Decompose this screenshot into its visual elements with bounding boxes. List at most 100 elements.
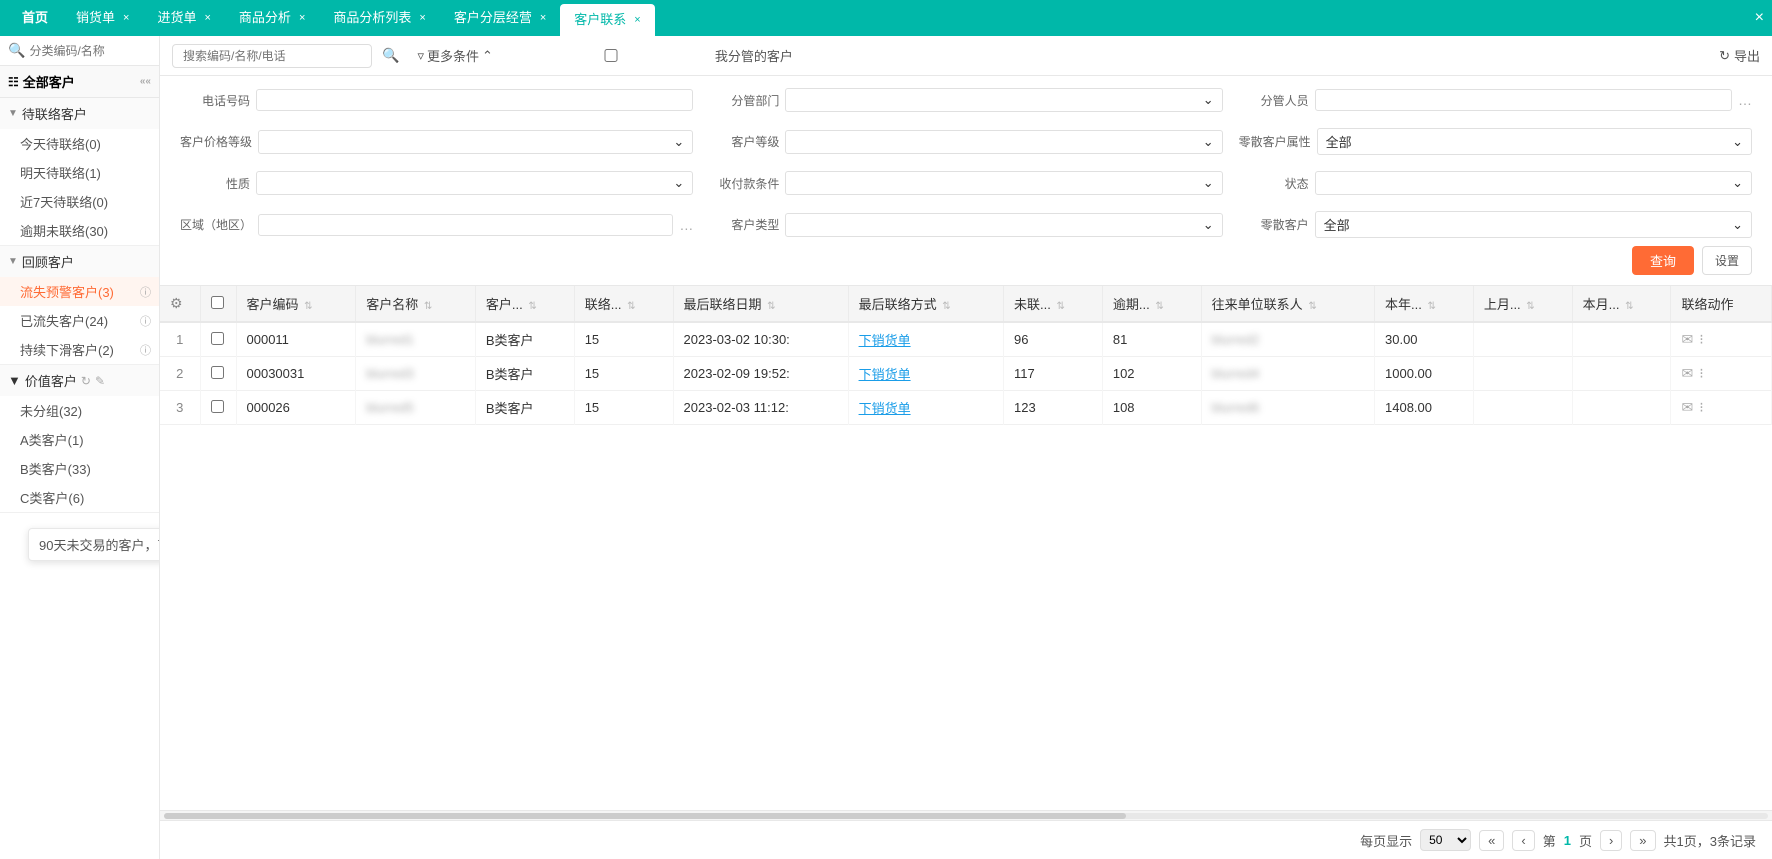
row-last-method-2[interactable]: 下销货单	[848, 391, 1003, 425]
main-search-button[interactable]: 🔍	[382, 47, 399, 64]
filter-region-input[interactable]	[258, 214, 673, 236]
sidebar-item-declining[interactable]: 持续下滑客户(2) ⓘ	[0, 335, 159, 364]
all-customers-label: 全部客户	[23, 72, 75, 91]
sidebar-item-ungrouped[interactable]: 未分组(32)	[0, 396, 159, 425]
first-page-button[interactable]: «	[1479, 830, 1504, 851]
row-contact-1: 15	[574, 357, 673, 391]
nav-customer-tier[interactable]: 客户分层经营 ×	[440, 0, 560, 36]
col-code[interactable]: 客户编码 ⇅	[236, 286, 356, 322]
chevron-up-icon: ⌃	[482, 48, 493, 64]
nav-sales-close[interactable]: ×	[123, 0, 129, 36]
select-all-checkbox[interactable]	[211, 296, 224, 309]
nav-analysis[interactable]: 商品分析 ×	[225, 0, 319, 36]
row-last-method-1[interactable]: 下销货单	[848, 357, 1003, 391]
more-icon-0[interactable]: ⁝	[1699, 331, 1703, 348]
nav-sales[interactable]: 销货单 ×	[62, 0, 143, 36]
nav-analysis-close[interactable]: ×	[299, 0, 305, 36]
filter-region-dots[interactable]: …	[679, 217, 693, 233]
sidebar-item-tomorrow-contact[interactable]: 明天待联络(1)	[0, 158, 159, 187]
sidebar-search-bar[interactable]: 🔍	[0, 36, 159, 66]
query-button[interactable]: 查询	[1632, 246, 1694, 275]
nav-purchase-close[interactable]: ×	[204, 0, 210, 36]
col-last-method[interactable]: 最后联络方式 ⇅	[848, 286, 1003, 322]
gear-icon[interactable]: ⚙	[170, 295, 183, 311]
nav-home[interactable]: 首页	[8, 0, 62, 36]
sidebar-item-class-a[interactable]: A类客户(1)	[0, 425, 159, 454]
row-last-method-0[interactable]: 下销货单	[848, 322, 1003, 357]
filter-customer-tier-select[interactable]: ⌄	[785, 130, 1222, 154]
main-search-input[interactable]	[172, 44, 372, 68]
filter-manager-input[interactable]	[1315, 89, 1732, 111]
more-icon-1[interactable]: ⁝	[1699, 365, 1703, 382]
export-button[interactable]: ↻ 导出	[1719, 46, 1760, 65]
row-name-2: blurred5	[356, 391, 476, 425]
horizontal-scrollbar[interactable]	[160, 810, 1772, 820]
filter-nature-select[interactable]: ⌄	[256, 171, 693, 195]
edit-icon[interactable]: ✎	[95, 374, 105, 388]
group-review-header[interactable]: ▼ 回顾客户	[0, 246, 159, 277]
last-page-button[interactable]: »	[1630, 830, 1655, 851]
col-last-month[interactable]: 上月... ⇅	[1473, 286, 1572, 322]
group-pending-contact-header[interactable]: ▼ 待联络客户	[0, 98, 159, 129]
scrollbar-thumb[interactable]	[164, 813, 1126, 819]
sidebar-item-7day-contact[interactable]: 近7天待联络(0)	[0, 187, 159, 216]
nav-analysis-list-close[interactable]: ×	[419, 0, 425, 36]
filter-customer-type-select[interactable]: ⌄	[785, 213, 1222, 237]
more-icon-2[interactable]: ⁝	[1699, 399, 1703, 416]
table-row: 3 000026 blurred5 B类客户 15 2023-02-03 11:…	[160, 391, 1772, 425]
col-overdue[interactable]: 逾期... ⇅	[1102, 286, 1201, 322]
nav-customer-contact-close[interactable]: ×	[634, 4, 640, 36]
scrollbar-track[interactable]	[164, 813, 1768, 819]
sidebar-item-class-b[interactable]: B类客户(33)	[0, 454, 159, 483]
sidebar-item-today-contact[interactable]: 今天待联络(0)	[0, 129, 159, 158]
sidebar-search-input[interactable]	[29, 44, 160, 58]
col-uncontacted[interactable]: 未联... ⇅	[1004, 286, 1103, 322]
row-checkbox-0[interactable]	[200, 322, 236, 357]
row-contact2-1: blurred4	[1201, 357, 1374, 391]
nav-analysis-label: 商品分析	[239, 0, 291, 36]
col-unit-contact[interactable]: 往来单位联系人 ⇅	[1201, 286, 1374, 322]
col-checkbox[interactable]	[200, 286, 236, 322]
my-customers-checkbox-label[interactable]: 我分管的客户	[511, 46, 793, 65]
col-gear[interactable]: ⚙	[160, 286, 200, 322]
sidebar-item-churned[interactable]: 已流失客户(24) ⓘ	[0, 306, 159, 335]
more-conditions-button[interactable]: ▿ 更多条件 ⌃	[409, 42, 500, 69]
filter-phone-input[interactable]	[256, 89, 693, 111]
nav-customer-contact[interactable]: 客户联系 ×	[560, 4, 654, 36]
next-page-button[interactable]: ›	[1600, 830, 1622, 851]
sidebar-item-class-c[interactable]: C类客户(6)	[0, 483, 159, 512]
filter-sparse-attr-select[interactable]: 全部 ⌄	[1317, 128, 1752, 155]
settings-button[interactable]: 设置	[1702, 246, 1752, 275]
contact-icon-2[interactable]: ✉	[1681, 399, 1693, 416]
nav-analysis-list[interactable]: 商品分析列表 ×	[319, 0, 439, 36]
col-this-year[interactable]: 本年... ⇅	[1375, 286, 1474, 322]
col-type[interactable]: 客户... ⇅	[475, 286, 574, 322]
col-contact-count[interactable]: 联络... ⇅	[574, 286, 673, 322]
window-close-button[interactable]: ×	[1755, 9, 1764, 27]
filter-dept-select[interactable]: ⌄	[785, 88, 1222, 112]
filter-price-tier-select[interactable]: ⌄	[258, 130, 693, 154]
sidebar-item-churn-warning[interactable]: 流失预警客户(3) ⓘ	[0, 277, 159, 306]
filter-sparse-customer-select[interactable]: 全部 ⌄	[1315, 211, 1752, 238]
row-checkbox-1[interactable]	[200, 357, 236, 391]
filter-grid: 电话号码 分管部门 ⌄ 分管人员 … 客户价格等级	[172, 84, 1760, 242]
filter-payment-select[interactable]: ⌄	[785, 171, 1222, 195]
prev-page-button[interactable]: ‹	[1512, 830, 1534, 851]
data-table-container[interactable]: ⚙ 客户编码 ⇅ 客户名称 ⇅	[160, 286, 1772, 810]
row-checkbox-2[interactable]	[200, 391, 236, 425]
col-last-date[interactable]: 最后联络日期 ⇅	[673, 286, 848, 322]
filter-manager-dots[interactable]: …	[1738, 92, 1752, 108]
contact-icon-0[interactable]: ✉	[1681, 331, 1693, 348]
sidebar-item-overdue-contact[interactable]: 逾期未联络(30)	[0, 216, 159, 245]
col-name[interactable]: 客户名称 ⇅	[356, 286, 476, 322]
refresh-icon[interactable]: ↻	[81, 374, 91, 388]
all-customers-header[interactable]: ☷ 全部客户 ««	[0, 66, 159, 98]
per-page-select[interactable]: 50 100	[1420, 829, 1471, 851]
nav-customer-tier-close[interactable]: ×	[540, 0, 546, 36]
group-value-header[interactable]: ▼ 价值客户 ↻ ✎	[0, 365, 159, 396]
my-customers-checkbox[interactable]	[511, 49, 711, 62]
filter-status-select[interactable]: ⌄	[1315, 171, 1752, 195]
col-this-month[interactable]: 本月... ⇅	[1572, 286, 1671, 322]
nav-purchase[interactable]: 进货单 ×	[143, 0, 224, 36]
contact-icon-1[interactable]: ✉	[1681, 365, 1693, 382]
